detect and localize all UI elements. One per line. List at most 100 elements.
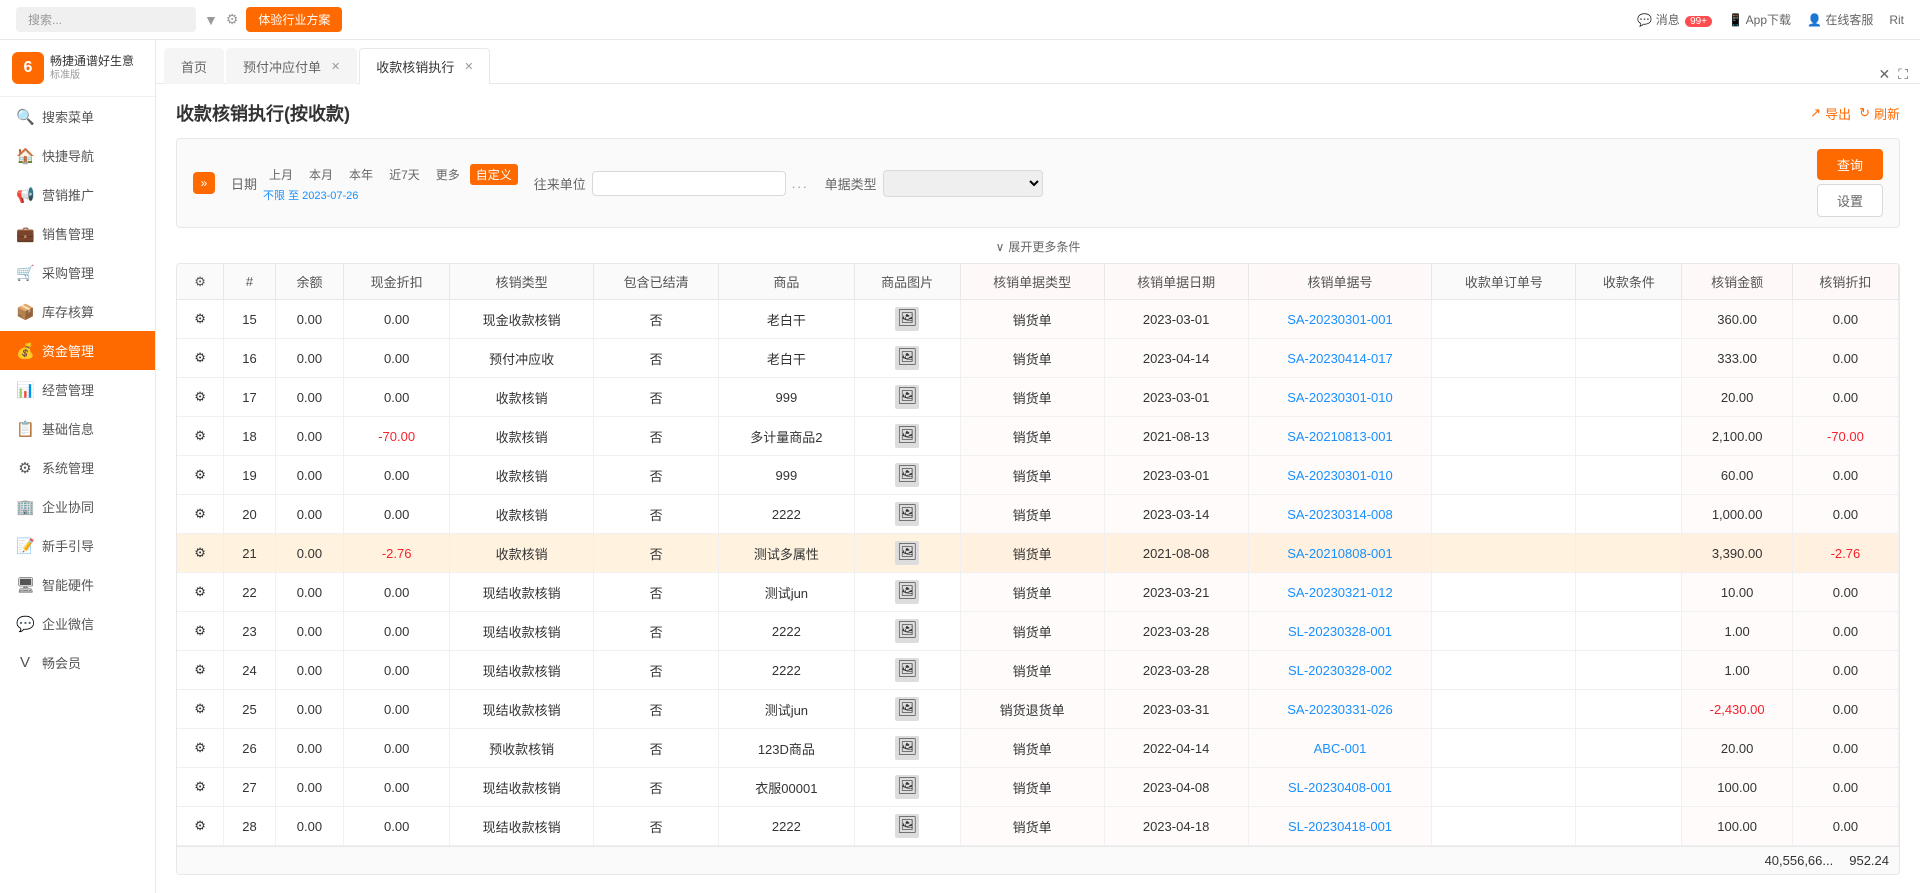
filter-toggle-button[interactable]: » xyxy=(193,172,215,194)
last-7days-tag[interactable]: 近7天 xyxy=(383,164,426,185)
sidebar-item-member[interactable]: V畅会员 xyxy=(0,643,155,682)
sidebar-item-system[interactable]: ⚙系统管理 xyxy=(0,448,155,487)
writeoff-bill-link[interactable]: SA-20210808-001 xyxy=(1287,546,1393,561)
solution-button[interactable]: 体验行业方案 xyxy=(246,7,342,32)
row-writeoff-bill-no[interactable]: SA-20230331-026 xyxy=(1248,690,1432,729)
row-balance: 0.00 xyxy=(275,729,343,768)
row-seq: 16 xyxy=(224,339,276,378)
row-writeoff-bill-no[interactable]: ABC-001 xyxy=(1248,729,1432,768)
this-month-tag[interactable]: 本月 xyxy=(303,164,339,185)
row-writeoff-bill-no[interactable]: SA-20210813-001 xyxy=(1248,417,1432,456)
row-cash-discount: -2.76 xyxy=(344,534,450,573)
sidebar-item-inventory[interactable]: 📦库存核算 xyxy=(0,292,155,331)
writeoff-bill-link[interactable]: SA-20230331-026 xyxy=(1287,702,1393,717)
writeoff-bill-link[interactable]: SL-20230418-001 xyxy=(1288,819,1392,834)
row-gear[interactable]: ⚙ xyxy=(177,690,224,729)
tab-prepay[interactable]: 预付冲应付单✕ xyxy=(226,48,357,84)
online-service-link[interactable]: 👤 在线客服 xyxy=(1807,11,1873,28)
chevron-down-icon[interactable]: ▼ xyxy=(204,12,218,28)
row-writeoff-date: 2023-03-28 xyxy=(1104,651,1248,690)
writeoff-bill-link[interactable]: SA-20230301-010 xyxy=(1287,390,1393,405)
row-writeoff-bill-type: 销货单 xyxy=(960,534,1104,573)
row-gear[interactable]: ⚙ xyxy=(177,495,224,534)
row-gear[interactable]: ⚙ xyxy=(177,651,224,690)
row-goods: 衣服00001 xyxy=(719,768,855,807)
tab-home[interactable]: 首页 xyxy=(164,48,224,84)
row-gear[interactable]: ⚙ xyxy=(177,768,224,807)
row-seq: 22 xyxy=(224,573,276,612)
app-download-link[interactable]: 📱 App下载 xyxy=(1728,11,1791,28)
writeoff-bill-link[interactable]: SL-20230408-001 xyxy=(1288,780,1392,795)
row-writeoff-bill-no[interactable]: SL-20230328-001 xyxy=(1248,612,1432,651)
query-button[interactable]: 查询 xyxy=(1817,149,1883,180)
row-gear[interactable]: ⚙ xyxy=(177,729,224,768)
this-year-tag[interactable]: 本年 xyxy=(343,164,379,185)
row-gear[interactable]: ⚙ xyxy=(177,456,224,495)
tab-close-collection[interactable]: ✕ xyxy=(464,60,473,73)
receipt-type-select[interactable] xyxy=(883,170,1043,197)
row-receipt-order-no xyxy=(1432,495,1576,534)
expand-tab-icon[interactable]: ⛶ xyxy=(1898,66,1908,83)
close-tab-icon[interactable]: ✕ xyxy=(1878,66,1890,83)
row-writeoff-discount: 0.00 xyxy=(1792,690,1898,729)
row-gear[interactable]: ⚙ xyxy=(177,573,224,612)
row-receipt-condition xyxy=(1576,729,1682,768)
writeoff-bill-link[interactable]: SA-20230301-001 xyxy=(1287,312,1393,327)
custom-tag[interactable]: 自定义 xyxy=(470,164,518,185)
sidebar-item-purchase[interactable]: 🛒采购管理 xyxy=(0,253,155,292)
writeoff-bill-link[interactable]: SA-20210813-001 xyxy=(1287,429,1393,444)
expand-filter-button[interactable]: ∨ 展开更多条件 xyxy=(996,238,1081,255)
sidebar-item-marketing[interactable]: 📢营销推广 xyxy=(0,175,155,214)
row-gear[interactable]: ⚙ xyxy=(177,807,224,846)
row-writeoff-bill-no[interactable]: SA-20230301-001 xyxy=(1248,300,1432,339)
row-gear[interactable]: ⚙ xyxy=(177,339,224,378)
sidebar-item-search[interactable]: 🔍搜索菜单 xyxy=(0,97,155,136)
row-gear[interactable]: ⚙ xyxy=(177,417,224,456)
row-include-settled: 否 xyxy=(594,417,719,456)
settings-icon[interactable]: ⚙ xyxy=(226,11,239,28)
row-writeoff-bill-no[interactable]: SL-20230418-001 xyxy=(1248,807,1432,846)
sidebar-item-sales[interactable]: 💼销售管理 xyxy=(0,214,155,253)
sidebar-item-guide[interactable]: 📝新手引导 xyxy=(0,526,155,565)
top-bar-search[interactable]: 搜索... xyxy=(16,7,196,32)
row-writeoff-bill-no[interactable]: SL-20230408-001 xyxy=(1248,768,1432,807)
row-gear[interactable]: ⚙ xyxy=(177,612,224,651)
writeoff-bill-link[interactable]: SA-20230314-008 xyxy=(1287,507,1393,522)
row-gear[interactable]: ⚙ xyxy=(177,300,224,339)
sidebar-item-corp[interactable]: 🏢企业协同 xyxy=(0,487,155,526)
sidebar-item-wechat[interactable]: 💬企业微信 xyxy=(0,604,155,643)
writeoff-bill-link[interactable]: SL-20230328-002 xyxy=(1288,663,1392,678)
messages-link[interactable]: 💬 消息 99+ xyxy=(1637,11,1712,28)
row-goods-image: 🖼 xyxy=(854,690,960,729)
row-goods: 999 xyxy=(719,456,855,495)
sidebar-item-finance[interactable]: 💰资金管理 xyxy=(0,331,155,370)
writeoff-bill-link[interactable]: SL-20230328-001 xyxy=(1288,624,1392,639)
writeoff-bill-link[interactable]: SA-20230321-012 xyxy=(1287,585,1393,600)
table-row: ⚙160.000.00预付冲应收否老白干🖼销货单2023-04-14SA-202… xyxy=(177,339,1899,378)
filter-setting-button[interactable]: 设置 xyxy=(1817,184,1883,217)
export-button[interactable]: ↗ 导出 xyxy=(1810,104,1851,123)
sidebar-item-basic[interactable]: 📋基础信息 xyxy=(0,409,155,448)
row-gear[interactable]: ⚙ xyxy=(177,534,224,573)
row-gear[interactable]: ⚙ xyxy=(177,378,224,417)
sidebar-item-operation[interactable]: 📊经营管理 xyxy=(0,370,155,409)
writeoff-bill-link[interactable]: SA-20230414-017 xyxy=(1287,351,1393,366)
row-writeoff-bill-no[interactable]: SL-20230328-002 xyxy=(1248,651,1432,690)
writeoff-bill-link[interactable]: ABC-001 xyxy=(1314,741,1367,756)
row-writeoff-bill-no[interactable]: SA-20230301-010 xyxy=(1248,456,1432,495)
last-month-tag[interactable]: 上月 xyxy=(263,164,299,185)
row-writeoff-bill-no[interactable]: SA-20230414-017 xyxy=(1248,339,1432,378)
sidebar-item-nav[interactable]: 🏠快捷导航 xyxy=(0,136,155,175)
from-unit-input[interactable] xyxy=(592,171,786,196)
tab-collection[interactable]: 收款核销执行✕ xyxy=(359,48,490,84)
row-writeoff-bill-no[interactable]: SA-20230314-008 xyxy=(1248,495,1432,534)
sidebar-item-hardware[interactable]: 🖥智能硬件 xyxy=(0,565,155,604)
more-tag[interactable]: 更多 xyxy=(430,164,466,185)
row-writeoff-bill-no[interactable]: SA-20210808-001 xyxy=(1248,534,1432,573)
tab-close-prepay[interactable]: ✕ xyxy=(331,60,340,73)
row-writeoff-bill-no[interactable]: SA-20230301-010 xyxy=(1248,378,1432,417)
row-include-settled: 否 xyxy=(594,534,719,573)
row-writeoff-bill-no[interactable]: SA-20230321-012 xyxy=(1248,573,1432,612)
refresh-button[interactable]: ↻ 刷新 xyxy=(1859,104,1900,123)
writeoff-bill-link[interactable]: SA-20230301-010 xyxy=(1287,468,1393,483)
